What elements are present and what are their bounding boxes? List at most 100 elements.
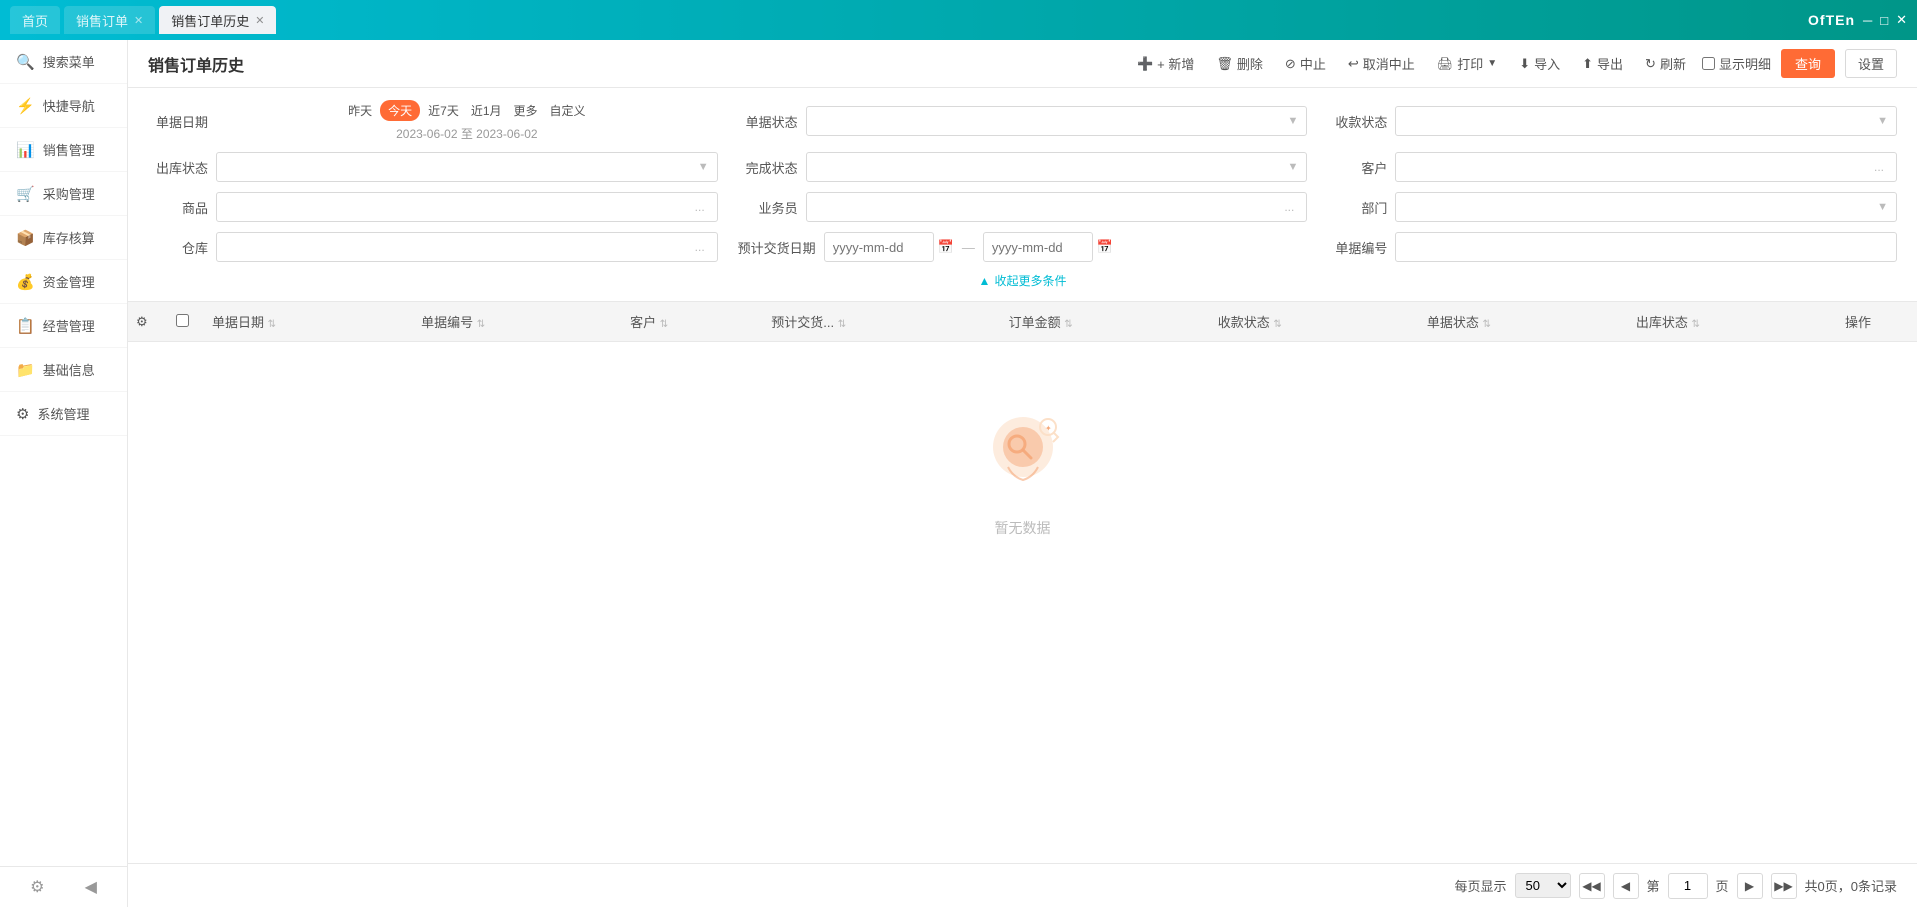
table-header-row: ⚙ 单据日期 ⇅ 单据编号 ⇅ 客户	[128, 302, 1917, 342]
sidebar-item-system-mgmt[interactable]: ⚙ 系统管理	[0, 392, 127, 436]
tab-sales-order[interactable]: 销售订单 ✕	[64, 6, 155, 34]
sidebar-item-purchase-mgmt-label: 采购管理	[43, 184, 95, 203]
th-checkbox	[168, 302, 204, 342]
date-tab-today[interactable]: 今天	[380, 100, 420, 121]
brand-text: OfTEn	[1808, 12, 1855, 28]
toolbar-refresh-btn[interactable]: ↻ 刷新	[1639, 50, 1692, 77]
toolbar-delete-label: 删除	[1237, 54, 1263, 73]
page-label: 第	[1647, 876, 1660, 895]
date-tab-custom[interactable]: 自定义	[546, 100, 590, 121]
number-sort-icon: ⇅	[477, 319, 485, 330]
th-amount[interactable]: 订单金额 ⇅	[1001, 302, 1210, 342]
th-order-status[interactable]: 单据状态 ⇅	[1419, 302, 1628, 342]
th-date[interactable]: 单据日期 ⇅	[204, 302, 413, 342]
filter-completion-status-label: 完成状态	[738, 158, 798, 177]
th-payment-status-label: 收款状态	[1218, 315, 1270, 330]
warehouse-more-icon[interactable]: ...	[691, 240, 709, 254]
toolbar-import-btn[interactable]: ⬇ 导入	[1513, 50, 1566, 77]
page-size-select[interactable]: 50 10 20 100	[1515, 873, 1571, 898]
filter-delivery-date-label: 预计交货日期	[738, 238, 816, 257]
toolbar-export-btn[interactable]: ⬆ 导出	[1576, 50, 1629, 77]
th-delivery-date[interactable]: 预计交货... ⇅	[763, 302, 1000, 342]
filter-salesperson-control: ...	[806, 192, 1308, 222]
first-page-btn[interactable]: ◀◀	[1579, 873, 1605, 899]
department-arrow-icon: ▼	[1877, 201, 1888, 213]
toolbar-export-label: 导出	[1597, 54, 1623, 73]
filter-order-status-select[interactable]: ▼	[806, 106, 1308, 136]
collapse-label: 收起更多条件	[994, 272, 1066, 289]
th-ops: 操作	[1837, 302, 1917, 342]
tab-home[interactable]: 首页	[10, 6, 60, 34]
filter-delivery-status-item: 出库状态 ▼	[148, 152, 718, 182]
window-minimize[interactable]: ─	[1863, 13, 1872, 28]
date-tab-7days[interactable]: 近7天	[424, 100, 463, 121]
sidebar-item-purchase-mgmt[interactable]: 🛒 采购管理	[0, 172, 127, 216]
capital-mgmt-icon: 💰	[16, 273, 35, 291]
delivery-status-arrow-icon: ▼	[698, 161, 709, 173]
window-close[interactable]: ✕	[1896, 12, 1907, 28]
sidebar-item-quick-nav[interactable]: ⚡ 快捷导航	[0, 84, 127, 128]
filter-completion-status-item: 完成状态 ▼	[738, 152, 1308, 182]
sidebar-item-sales-mgmt[interactable]: 📊 销售管理	[0, 128, 127, 172]
filter-salesperson-label: 业务员	[738, 198, 798, 217]
select-all-checkbox[interactable]	[176, 314, 189, 327]
delivery-date-to-input[interactable]	[983, 232, 1093, 262]
sidebar-item-operations-mgmt-label: 经营管理	[43, 316, 95, 335]
prev-page-btn[interactable]: ◀	[1613, 873, 1639, 899]
sidebar-item-operations-mgmt[interactable]: 📋 经营管理	[0, 304, 127, 348]
filter-warehouse-control: ...	[216, 232, 718, 262]
th-customer[interactable]: 客户 ⇅	[622, 302, 763, 342]
refresh-icon: ↻	[1645, 56, 1656, 72]
order-status-sort-icon: ⇅	[1482, 319, 1490, 330]
filter-department-item: 部门 ▼	[1327, 192, 1897, 222]
toolbar-stop-btn[interactable]: ⊘ 中止	[1279, 50, 1332, 77]
query-button[interactable]: 查询	[1781, 49, 1835, 78]
filter-department-select[interactable]: ▼	[1395, 192, 1897, 222]
system-mgmt-icon: ⚙	[16, 405, 29, 423]
sidebar-item-search-menu[interactable]: 🔍 搜索菜单	[0, 40, 127, 84]
filter-completion-status-select[interactable]: ▼	[806, 152, 1308, 182]
toolbar-new-btn[interactable]: ➕ + 新增	[1131, 50, 1200, 77]
th-number-label: 单据编号	[421, 315, 473, 330]
filter-order-number-input[interactable]	[1395, 232, 1897, 262]
date-tab-more[interactable]: 更多	[510, 100, 542, 121]
sidebar-item-capital-mgmt[interactable]: 💰 资金管理	[0, 260, 127, 304]
setting-button[interactable]: 设置	[1845, 49, 1897, 78]
display-detail-checkbox-wrap[interactable]: 显示明细	[1702, 54, 1771, 73]
last-page-btn[interactable]: ▶▶	[1771, 873, 1797, 899]
calendar-to-icon[interactable]: 📅	[1097, 239, 1113, 255]
th-date-label: 单据日期	[212, 315, 264, 330]
date-tab-1month[interactable]: 近1月	[467, 100, 506, 121]
sidebar-settings-btn[interactable]: ⚙	[30, 877, 44, 897]
next-page-btn[interactable]: ▶	[1737, 873, 1763, 899]
toolbar-cancel-stop-btn[interactable]: ↩ 取消中止	[1342, 50, 1421, 77]
th-gear[interactable]: ⚙	[128, 302, 168, 342]
sidebar-item-basic-info[interactable]: 📁 基础信息	[0, 348, 127, 392]
th-payment-status[interactable]: 收款状态 ⇅	[1210, 302, 1419, 342]
tab-sales-order-history[interactable]: 销售订单历史 ✕	[159, 6, 276, 34]
filter-collapse-row[interactable]: ▲ 收起更多条件	[148, 272, 1897, 289]
date-tab-yesterday[interactable]: 昨天	[344, 100, 376, 121]
th-number[interactable]: 单据编号 ⇅	[413, 302, 622, 342]
toolbar-print-btn[interactable]: 🖨 打印 ▼	[1431, 50, 1503, 77]
sidebar-item-capital-mgmt-label: 资金管理	[43, 272, 95, 291]
filter-payment-status-select[interactable]: ▼	[1395, 106, 1897, 136]
th-delivery-status[interactable]: 出库状态 ⇅	[1628, 302, 1837, 342]
display-detail-checkbox[interactable]	[1702, 57, 1715, 70]
filter-delivery-status-select[interactable]: ▼	[216, 152, 718, 182]
calendar-from-icon[interactable]: 📅	[938, 239, 954, 255]
filter-warehouse-label: 仓库	[148, 238, 208, 257]
sidebar-item-inventory-calc[interactable]: 📦 库存核算	[0, 216, 127, 260]
page-number-input[interactable]	[1668, 873, 1708, 899]
toolbar-delete-btn[interactable]: 🗑 删除	[1210, 50, 1269, 77]
search-menu-icon: 🔍	[16, 53, 35, 71]
delivery-status-sort-icon: ⇅	[1692, 319, 1700, 330]
tab-sales-order-close[interactable]: ✕	[134, 14, 143, 27]
window-maximize[interactable]: □	[1880, 13, 1888, 28]
customer-more-icon[interactable]: ...	[1870, 160, 1888, 174]
product-more-icon[interactable]: ...	[691, 200, 709, 214]
delivery-date-from-input[interactable]	[824, 232, 934, 262]
sidebar-collapse-btn[interactable]: ◀	[85, 877, 97, 897]
tab-sales-order-history-close[interactable]: ✕	[255, 14, 264, 27]
salesperson-more-icon[interactable]: ...	[1280, 200, 1298, 214]
